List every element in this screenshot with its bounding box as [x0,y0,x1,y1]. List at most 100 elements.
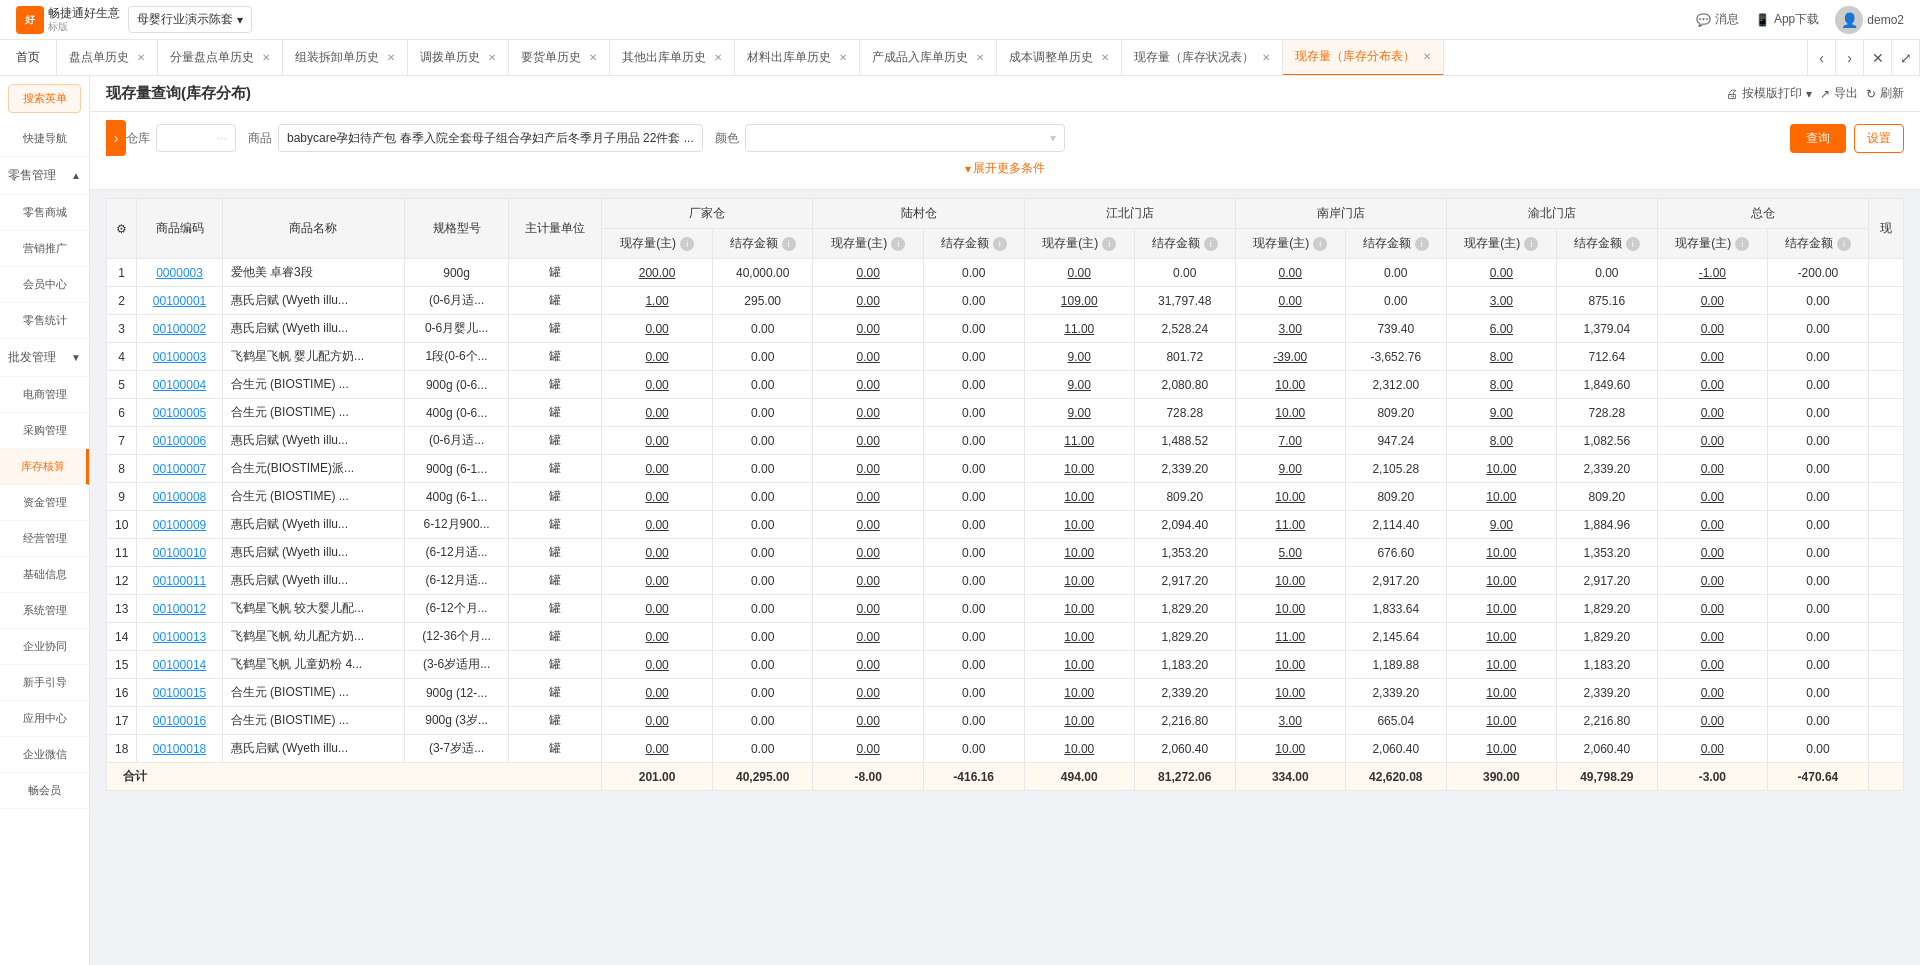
sidebar-item-inventory[interactable]: 库存核算 [0,449,89,485]
sidebar-item-base[interactable]: 基础信息 [0,557,89,593]
sidebar-item-system[interactable]: 系统管理 [0,593,89,629]
tab-close-icon[interactable]: ✕ [1101,52,1109,63]
tab-t9[interactable]: 成本调整单历史 ✕ [997,40,1122,76]
tab-close-icon[interactable]: ✕ [387,52,395,63]
goods-input[interactable]: babycare孕妇待产包 春季入院全套母子组合孕妇产后冬季月子用品 22件套 … [278,124,703,152]
query-button[interactable]: 查询 [1790,124,1846,153]
sidebar-item-purchase[interactable]: 采购管理 [0,413,89,449]
tab-t2[interactable]: 分量盘点单历史 ✕ [158,40,283,76]
tab-close-all-btn[interactable]: ✕ [1864,40,1892,76]
sidebar-item-business[interactable]: 经营管理 [0,521,89,557]
cell-f-amt: 0.00 [712,623,813,651]
gear-icon[interactable]: ⚙ [116,222,127,236]
tab-close-icon[interactable]: ✕ [589,52,597,63]
info-icon[interactable]: i [1837,237,1851,251]
tab-maximize-btn[interactable]: ⤢ [1892,40,1920,76]
sidebar-item-wholesale[interactable]: 批发管理 ▼ [0,339,89,377]
sidebar-item-retail-mgmt[interactable]: 零售管理 ▲ [0,157,89,195]
tab-t5[interactable]: 要货单历史 ✕ [509,40,610,76]
sidebar-item-member[interactable]: 会员中心 [0,267,89,303]
cell-cur [1868,735,1903,763]
sidebar-item-quick-nav[interactable]: 快捷导航 [0,121,89,157]
cell-na-qty: 11.00 [1235,511,1345,539]
cell-yb-amt: 1,829.20 [1557,623,1658,651]
info-icon[interactable]: i [1524,237,1538,251]
sidebar-item-retail-stat[interactable]: 零售统计 [0,303,89,339]
info-icon[interactable]: i [993,237,1007,251]
sidebar-item-member2[interactable]: 畅会员 [0,773,89,809]
sidebar-item-enterprise[interactable]: 企业协同 [0,629,89,665]
tab-prev-btn[interactable]: ‹ [1808,40,1836,76]
info-icon[interactable]: i [1102,237,1116,251]
tab-close-icon[interactable]: ✕ [488,52,496,63]
msg-btn[interactable]: 💬 消息 [1696,11,1739,28]
sidebar-item-finance[interactable]: 资金管理 [0,485,89,521]
search-single-btn[interactable]: 搜索英单 [8,84,81,113]
table-row: 18 00100018 惠氏启赋 (Wyeth illu... (3-7岁适..… [107,735,1904,763]
tab-close-icon[interactable]: ✕ [262,52,270,63]
sidebar-item-ecommerce[interactable]: 电商管理 [0,377,89,413]
cell-na-amt: 1,833.64 [1345,595,1446,623]
info-icon[interactable]: i [1415,237,1429,251]
info-icon[interactable]: i [1204,237,1218,251]
cell-l-amt: 0.00 [923,539,1024,567]
th-group-total: 总仓 [1657,199,1868,229]
sidebar-item-wechat[interactable]: 企业微信 [0,737,89,773]
tab-home[interactable]: 首页 [0,40,57,76]
setting-button[interactable]: 设置 [1854,124,1904,153]
sidebar-item-marketing[interactable]: 营销推广 [0,231,89,267]
user-avatar-area[interactable]: 👤 demo2 [1835,6,1904,34]
info-icon[interactable]: i [1735,237,1749,251]
tab-t8[interactable]: 产成品入库单历史 ✕ [860,40,997,76]
info-icon[interactable]: i [1313,237,1327,251]
color-input[interactable]: ▾ [745,124,1065,152]
info-icon[interactable]: i [680,237,694,251]
tab-t1[interactable]: 盘点单历史 ✕ [57,40,158,76]
cell-jb-amt: 1,183.20 [1134,651,1235,679]
sidebar-item-apps[interactable]: 应用中心 [0,701,89,737]
cell-yb-amt: 1,849.60 [1557,371,1658,399]
tab-next-btn[interactable]: › [1836,40,1864,76]
cell-no: 12 [107,567,137,595]
info-icon[interactable]: i [891,237,905,251]
sidebar-item-guide[interactable]: 新手引导 [0,665,89,701]
info-icon[interactable]: i [782,237,796,251]
tab-t10[interactable]: 现存量（库存状况表） ✕ [1122,40,1283,76]
tab-close-icon[interactable]: ✕ [714,52,722,63]
export-btn[interactable]: ↗ 导出 [1820,85,1858,102]
cell-unit: 罐 [509,567,602,595]
sidebar-item-retail-store[interactable]: 零售商城 [0,195,89,231]
tab-t6[interactable]: 其他出库单历史 ✕ [610,40,735,76]
cell-name: 合生元 (BIOSTIME) ... [222,371,404,399]
info-icon[interactable]: i [1626,237,1640,251]
app-download-btn[interactable]: 📱 App下载 [1755,11,1819,28]
tab-close-icon[interactable]: ✕ [137,52,145,63]
tab-t11[interactable]: 现存量（库存分布表） ✕ [1283,40,1444,76]
cell-name: 合生元 (BIOSTIME) ... [222,399,404,427]
cell-cur [1868,595,1903,623]
filter-toggle-btn[interactable]: › [106,120,126,156]
page-title: 现存量查询(库存分布) [106,84,251,103]
cell-f-qty: 200.00 [602,259,712,287]
tab-close-icon[interactable]: ✕ [1423,51,1431,62]
cell-unit: 罐 [509,259,602,287]
cell-na-qty: 10.00 [1235,567,1345,595]
tab-close-icon[interactable]: ✕ [976,52,984,63]
tab-close-icon[interactable]: ✕ [1262,52,1270,63]
cell-unit: 罐 [509,455,602,483]
tab-close-icon[interactable]: ✕ [839,52,847,63]
print-btn[interactable]: 🖨 按模版打印 ▾ [1726,85,1812,102]
warehouse-input[interactable]: ··· [156,124,236,152]
tab-t7[interactable]: 材料出库单历史 ✕ [735,40,860,76]
expand-filter-btn[interactable]: ▾ 展开更多条件 [965,160,1045,177]
cell-code: 00100016 [137,707,222,735]
tab-t4[interactable]: 调拨单历史 ✕ [408,40,509,76]
cell-cur [1868,567,1903,595]
refresh-btn[interactable]: ↻ 刷新 [1866,85,1904,102]
cell-l-qty: 0.00 [813,567,923,595]
cell-cur [1868,315,1903,343]
nav-selector[interactable]: 母婴行业演示陈套 ▾ [128,6,252,33]
tab-t3[interactable]: 组装拆卸单历史 ✕ [283,40,408,76]
filter-action-btns: 查询 设置 [1790,124,1904,153]
cell-name: 飞鹤星飞帆 较大婴儿配... [222,595,404,623]
